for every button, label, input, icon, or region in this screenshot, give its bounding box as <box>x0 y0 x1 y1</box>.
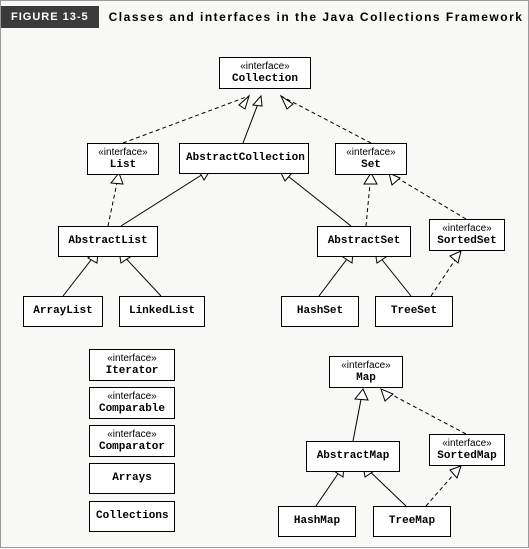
node-label: Set <box>342 159 400 172</box>
node-abstractmap: AbstractMap <box>306 441 400 472</box>
node-linkedlist: LinkedList <box>119 296 205 327</box>
node-treemap: TreeMap <box>373 506 451 537</box>
node-label: AbstractCollection <box>186 152 302 165</box>
node-arraylist: ArrayList <box>23 296 103 327</box>
node-sortedset: «interface» SortedSet <box>429 219 505 251</box>
stereotype-label: «interface» <box>436 438 498 450</box>
node-label: TreeMap <box>380 515 444 528</box>
node-label: Collection <box>226 73 304 86</box>
node-label: List <box>94 159 152 172</box>
node-label: HashMap <box>285 515 349 528</box>
node-treeset: TreeSet <box>375 296 453 327</box>
stereotype-label: «interface» <box>436 223 498 235</box>
node-label: AbstractSet <box>324 235 404 248</box>
stereotype-label: «interface» <box>96 353 168 365</box>
stereotype-label: «interface» <box>94 147 152 159</box>
node-collection: «interface» Collection <box>219 57 311 89</box>
node-label: HashSet <box>288 305 352 318</box>
node-arrays: Arrays <box>89 463 175 494</box>
node-set: «interface» Set <box>335 143 407 175</box>
stereotype-label: «interface» <box>96 391 168 403</box>
node-label: AbstractMap <box>313 450 393 463</box>
node-abstractset: AbstractSet <box>317 226 411 257</box>
node-abstractcollection: AbstractCollection <box>179 143 309 174</box>
node-label: SortedMap <box>436 450 498 463</box>
node-map: «interface» Map <box>329 356 403 388</box>
node-label: ArrayList <box>30 305 96 318</box>
node-hashset: HashSet <box>281 296 359 327</box>
node-sortedmap: «interface» SortedMap <box>429 434 505 466</box>
node-label: Comparator <box>96 441 168 454</box>
stereotype-label: «interface» <box>226 61 304 73</box>
node-label: Comparable <box>96 403 168 416</box>
figure-frame: FIGURE 13-5 Classes and interfaces in th… <box>0 0 529 548</box>
node-collections: Collections <box>89 501 175 532</box>
node-iterator: «interface» Iterator <box>89 349 175 381</box>
node-label: SortedSet <box>436 235 498 248</box>
stereotype-label: «interface» <box>336 360 396 372</box>
node-label: Arrays <box>96 472 168 485</box>
node-label: LinkedList <box>126 305 198 318</box>
node-comparator: «interface» Comparator <box>89 425 175 457</box>
node-comparable: «interface» Comparable <box>89 387 175 419</box>
node-abstractlist: AbstractList <box>58 226 158 257</box>
node-list: «interface» List <box>87 143 159 175</box>
node-label: Collections <box>96 510 168 523</box>
node-label: Map <box>336 372 396 385</box>
node-label: TreeSet <box>382 305 446 318</box>
stereotype-label: «interface» <box>96 429 168 441</box>
node-hashmap: HashMap <box>278 506 356 537</box>
stereotype-label: «interface» <box>342 147 400 159</box>
node-label: AbstractList <box>65 235 151 248</box>
node-label: Iterator <box>96 365 168 378</box>
